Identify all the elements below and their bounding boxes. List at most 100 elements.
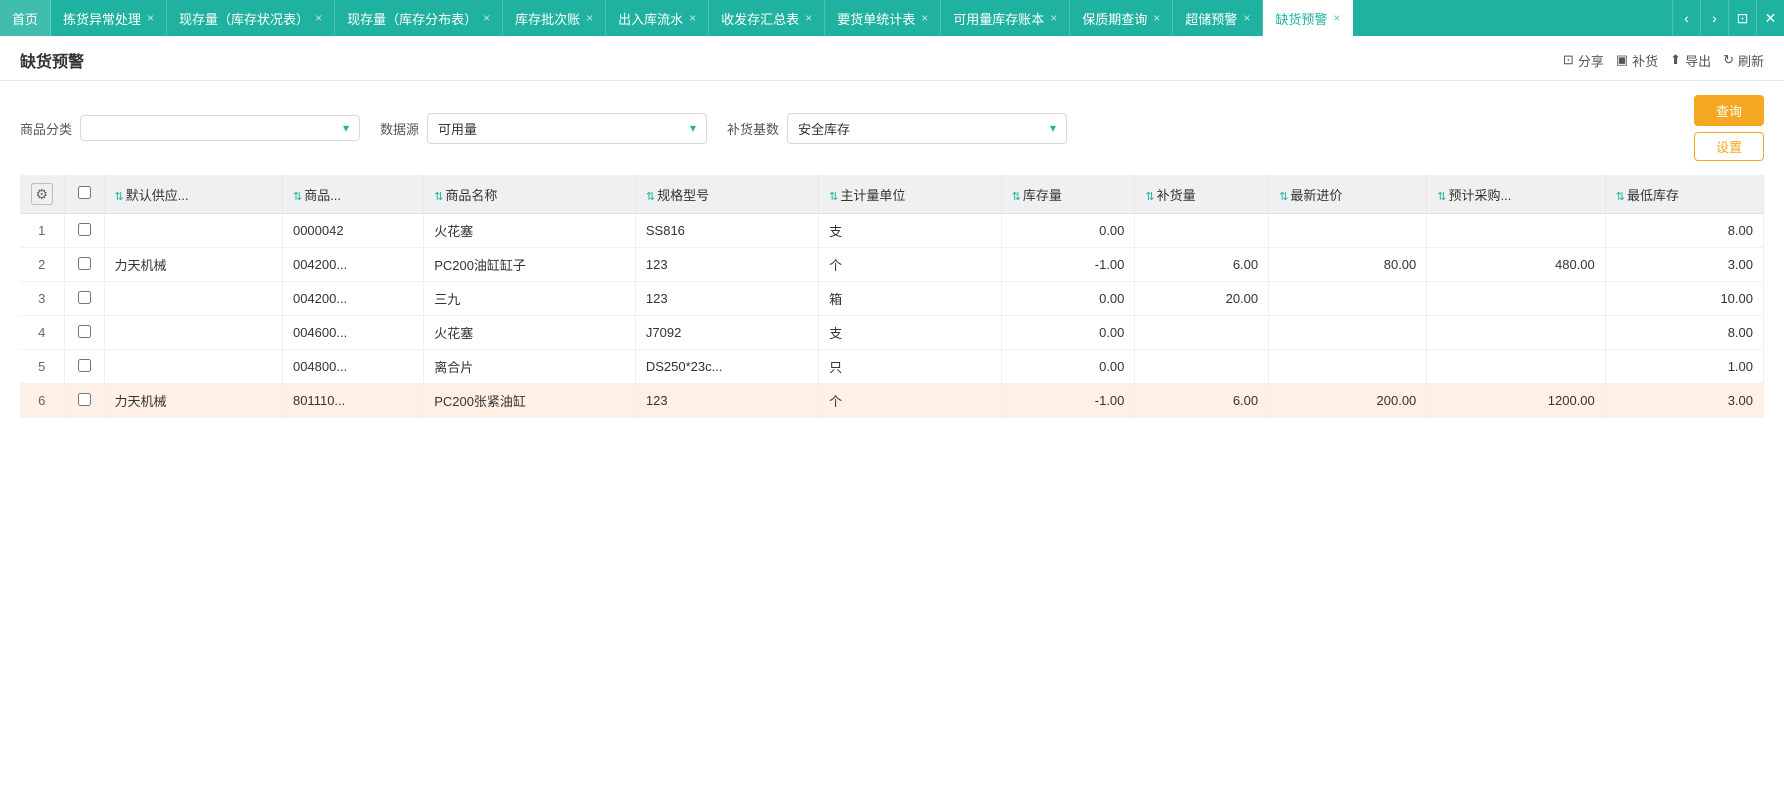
col-header-est_purchase[interactable]: ⇅预计采购... xyxy=(1427,175,1605,214)
sort-icon-est_purchase: ⇅ xyxy=(1437,191,1446,203)
share-icon: ⊡ xyxy=(1563,52,1574,68)
col-header-latest_price[interactable]: ⇅最新进价 xyxy=(1269,175,1427,214)
tab-close-exception[interactable]: × xyxy=(147,11,154,25)
settings-button[interactable]: 设置 xyxy=(1694,132,1764,161)
tab-expiry-query[interactable]: 保质期查询× xyxy=(1070,0,1173,36)
tab-close-inout-flow[interactable]: × xyxy=(689,11,696,25)
row-checkbox-3[interactable] xyxy=(78,291,91,304)
cell-default_supplier-row1 xyxy=(104,214,282,248)
cell-product_code-row6: 801110... xyxy=(282,384,423,418)
sort-icon-latest_price: ⇅ xyxy=(1279,191,1288,203)
tab-available-ledger[interactable]: 可用量库存账本× xyxy=(941,0,1070,36)
tab-label-batch-account: 库存批次账 xyxy=(515,9,580,28)
settings-column-icon[interactable]: ⚙ xyxy=(31,183,53,205)
replenish-icon: ▣ xyxy=(1616,52,1628,68)
cell-product_name-row6: PC200张紧油缸 xyxy=(424,384,636,418)
tab-close-shortage-warning[interactable]: × xyxy=(1333,11,1340,25)
col-header-product_name[interactable]: ⇅商品名称 xyxy=(424,175,636,214)
tab-close-inventory-dist[interactable]: × xyxy=(483,11,490,25)
row-checkbox-1[interactable] xyxy=(78,223,91,236)
data-table: ⚙⇅默认供应...⇅商品...⇅商品名称⇅规格型号⇅主计量单位⇅库存量⇅补货量⇅… xyxy=(20,175,1764,418)
datasource-label: 数据源 xyxy=(380,119,419,138)
col-header-replenish_qty[interactable]: ⇅补货量 xyxy=(1135,175,1269,214)
replenish-basis-filter-group: 补货基数 安全库存 ▾ xyxy=(727,113,1067,144)
tab-shortage-warning[interactable]: 缺货预警 × xyxy=(1263,0,1353,36)
tab-close-order-stats[interactable]: × xyxy=(921,11,928,25)
tab-batch-account[interactable]: 库存批次账 × xyxy=(503,0,606,36)
filter-right: 查询 设置 xyxy=(1694,95,1764,161)
tab-receive-summary[interactable]: 收发存汇总表× xyxy=(709,0,825,36)
tab-exception[interactable]: 拣货异常处理 × xyxy=(51,0,167,36)
cell-checkbox-row1[interactable] xyxy=(64,214,104,248)
tab-close-expiry-query[interactable]: × xyxy=(1153,11,1160,25)
row-checkbox-2[interactable] xyxy=(78,257,91,270)
row-checkbox-5[interactable] xyxy=(78,359,91,372)
cell-latest_price-row3 xyxy=(1269,282,1427,316)
row-checkbox-6[interactable] xyxy=(78,393,91,406)
tab-order-stats[interactable]: 要货单统计表 × xyxy=(825,0,941,36)
cell-latest_price-row4 xyxy=(1269,316,1427,350)
tab-close-batch-account[interactable]: × xyxy=(586,11,593,25)
share-button[interactable]: ⊡ 分享 xyxy=(1563,51,1604,70)
tab-inventory-dist[interactable]: 现存量（库存分布表） × xyxy=(335,0,503,36)
col-header-min_stock[interactable]: ⇅最低库存 xyxy=(1605,175,1763,214)
cell-min_stock-row4: 8.00 xyxy=(1605,316,1763,350)
col-header-checkbox xyxy=(64,175,104,214)
cell-unit-row3: 箱 xyxy=(819,282,1002,316)
cell-spec-row4: J7092 xyxy=(635,316,818,350)
col-label-product_code: 商品... xyxy=(304,188,341,203)
cell-default_supplier-row6: 力天机械 xyxy=(104,384,282,418)
cell-default_supplier-row4 xyxy=(104,316,282,350)
col-header-unit[interactable]: ⇅主计量单位 xyxy=(819,175,1002,214)
tab-label-order-stats: 要货单统计表 xyxy=(837,9,915,28)
col-header-default_supplier[interactable]: ⇅默认供应... xyxy=(104,175,282,214)
replenish-button[interactable]: ▣ 补货 xyxy=(1616,51,1658,70)
query-button[interactable]: 查询 xyxy=(1694,95,1764,126)
col-label-latest_price: 最新进价 xyxy=(1290,188,1342,203)
table-row: 10000042火花塞SS816支0.008.00 xyxy=(20,214,1764,248)
tab-close-available-ledger[interactable]: × xyxy=(1050,11,1057,25)
tab-close-overstock-warning[interactable]: × xyxy=(1243,11,1250,25)
cell-checkbox-row3[interactable] xyxy=(64,282,104,316)
tab-navigation: ‹ › ⊡ ✕ xyxy=(1672,0,1784,36)
cell-stock_qty-row1: 0.00 xyxy=(1001,214,1135,248)
replenish-basis-select[interactable]: 安全库存 ▾ xyxy=(787,113,1067,144)
select-all-checkbox[interactable] xyxy=(78,186,91,199)
sort-icon-unit: ⇅ xyxy=(829,191,838,203)
tab-inout-flow[interactable]: 出入库流水× xyxy=(606,0,709,36)
cell-stock_qty-row5: 0.00 xyxy=(1001,350,1135,384)
col-header-product_code[interactable]: ⇅商品... xyxy=(282,175,423,214)
tab-label-exception: 拣货异常处理 xyxy=(63,9,141,28)
main-content: 缺货预警 ⊡ 分享 ▣ 补货 ⬆ 导出 ↻ 刷新 商品分类 xyxy=(0,36,1784,796)
tab-next-button[interactable]: › xyxy=(1700,0,1728,36)
cell-product_name-row1: 火花塞 xyxy=(424,214,636,248)
refresh-button[interactable]: ↻ 刷新 xyxy=(1723,51,1764,70)
close-all-button[interactable]: ✕ xyxy=(1756,0,1784,36)
col-header-spec[interactable]: ⇅规格型号 xyxy=(635,175,818,214)
datasource-select[interactable]: 可用量 ▾ xyxy=(427,113,707,144)
col-label-unit: 主计量单位 xyxy=(840,188,905,203)
cell-latest_price-row6: 200.00 xyxy=(1269,384,1427,418)
tab-prev-button[interactable]: ‹ xyxy=(1672,0,1700,36)
restore-button[interactable]: ⊡ xyxy=(1728,0,1756,36)
cell-latest_price-row1 xyxy=(1269,214,1427,248)
category-select[interactable]: ▾ xyxy=(80,115,360,141)
cell-checkbox-row4[interactable] xyxy=(64,316,104,350)
tab-home[interactable]: 首页 xyxy=(0,0,51,36)
col-header-stock_qty[interactable]: ⇅库存量 xyxy=(1001,175,1135,214)
cell-est_purchase-row1 xyxy=(1427,214,1605,248)
tab-label-shortage-warning: 缺货预警 xyxy=(1275,9,1327,28)
cell-checkbox-row2[interactable] xyxy=(64,248,104,282)
export-button[interactable]: ⬆ 导出 xyxy=(1670,51,1711,70)
row-checkbox-4[interactable] xyxy=(78,325,91,338)
tab-label-inventory-dist: 现存量（库存分布表） xyxy=(347,9,477,28)
cell-checkbox-row5[interactable] xyxy=(64,350,104,384)
tab-overstock-warning[interactable]: 超储预警× xyxy=(1173,0,1263,36)
cell-replenish_qty-row6: 6.00 xyxy=(1135,384,1269,418)
cell-checkbox-row6[interactable] xyxy=(64,384,104,418)
tab-close-inventory-status[interactable]: × xyxy=(315,11,322,25)
tab-inventory-status[interactable]: 现存量（库存状况表）× xyxy=(167,0,335,36)
tab-close-receive-summary[interactable]: × xyxy=(805,11,812,25)
tab-label-home: 首页 xyxy=(12,9,38,28)
cell-product_code-row5: 004800... xyxy=(282,350,423,384)
